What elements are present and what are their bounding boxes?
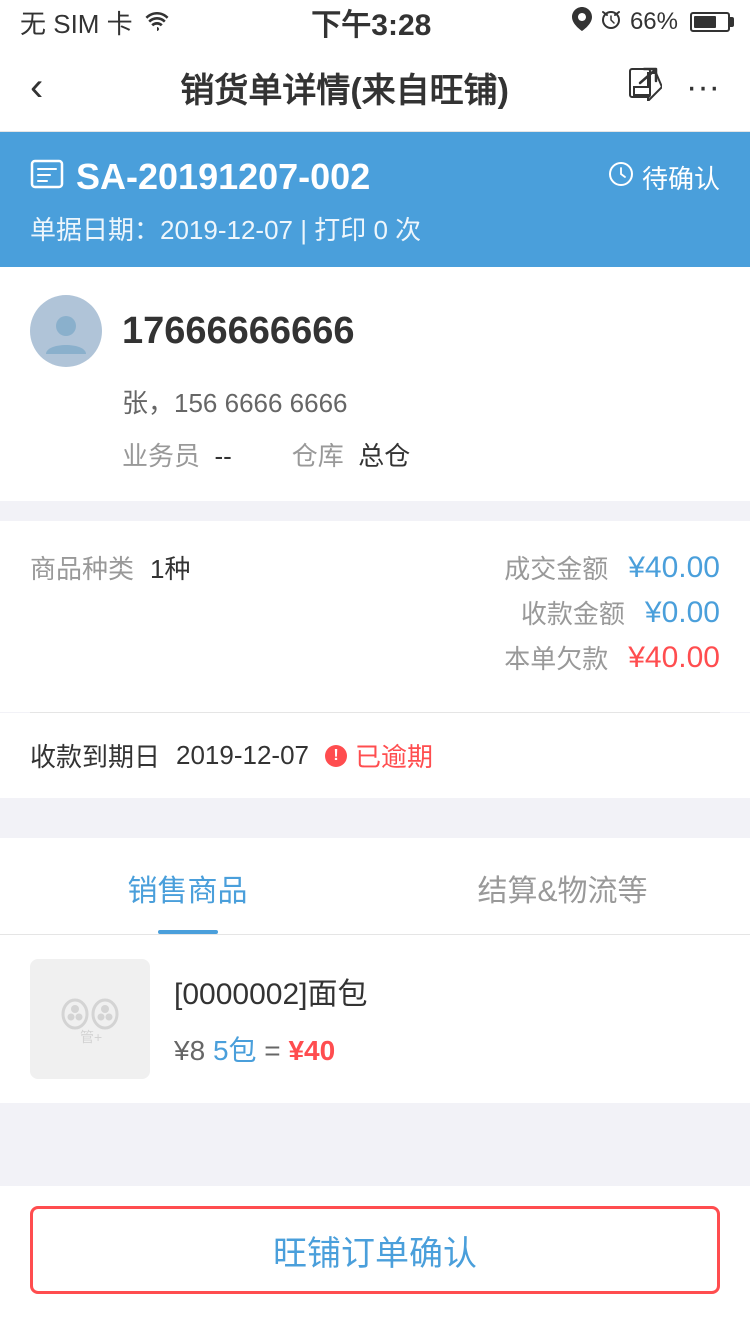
debt-row: 本单欠款 ¥40.00: [504, 639, 720, 676]
product-item: 管+ [0000002]面包 ¥8 5包 = ¥40: [0, 935, 750, 1103]
tabs-header: 销售商品 结算&物流等: [0, 838, 750, 935]
product-total: ¥40: [288, 1035, 335, 1066]
salesperson-label: 业务员: [122, 441, 200, 471]
order-icon: [30, 156, 64, 198]
product-price-row: ¥8 5包 = ¥40: [174, 1029, 720, 1069]
status-left: 无 SIM 卡: [20, 4, 171, 41]
wifi-icon: [143, 7, 171, 38]
warehouse-label: 仓库: [292, 441, 344, 471]
amounts-group: 成交金额 ¥40.00 收款金额 ¥0.00 本单欠款 ¥40.00: [504, 549, 720, 684]
product-logo: 管+: [50, 989, 130, 1049]
customer-name: 张，156 6666 6666: [122, 383, 720, 420]
customer-section: 17666666666 张，156 6666 6666 业务员 -- 仓库 总仓: [0, 267, 750, 501]
battery-percentage: 66%: [630, 8, 678, 36]
received-row: 收款金额 ¥0.00: [504, 594, 720, 631]
product-equals: =: [264, 1035, 288, 1066]
nav-actions: ···: [626, 65, 720, 110]
bottom-button-area: 旺铺订单确认: [0, 1186, 750, 1334]
carrier-text: 无 SIM 卡: [20, 4, 133, 41]
amount-value: ¥40.00: [628, 551, 720, 585]
amount-row: 成交金额 ¥40.00: [504, 549, 720, 586]
tab-sales[interactable]: 销售商品: [0, 838, 375, 934]
tab-underline: [158, 930, 218, 934]
order-header-top: SA-20191207-002 待确认: [30, 156, 720, 198]
back-button[interactable]: ‹: [30, 65, 43, 110]
status-text: 待确认: [642, 159, 720, 196]
status-clock-icon: [608, 161, 634, 194]
avatar: [30, 295, 102, 367]
battery-icon: [690, 12, 730, 32]
confirm-btn-label: 旺铺订单确认: [273, 1226, 477, 1275]
summary-section: 商品种类 1种 成交金额 ¥40.00 收款金额 ¥0.00 本单欠款 ¥40.…: [0, 521, 750, 712]
warehouse-value: 总仓: [358, 441, 410, 471]
debt-value: ¥40.00: [628, 641, 720, 675]
status-bar: 无 SIM 卡 下午3:28 66%: [0, 0, 750, 44]
product-type-group: 商品种类 1种: [30, 549, 190, 586]
status-right: 66%: [572, 7, 730, 38]
nav-bar: ‹ 销货单详情(来自旺铺) ···: [0, 44, 750, 132]
product-info: [0000002]面包 ¥8 5包 = ¥40: [174, 969, 720, 1069]
share-button[interactable]: [626, 65, 662, 110]
alarm-icon: [600, 8, 622, 37]
overdue-icon: !: [325, 745, 347, 767]
due-date-label: 收款到期日: [30, 737, 160, 774]
product-thumbnail: 管+: [30, 959, 150, 1079]
order-id: SA-20191207-002: [30, 156, 370, 198]
divider-1: [0, 501, 750, 521]
order-header: SA-20191207-002 待确认 单据日期：2019-12-07 | 打印…: [0, 132, 750, 267]
tab-sales-label: 销售商品: [128, 875, 248, 908]
confirm-order-button[interactable]: 旺铺订单确认: [30, 1206, 720, 1294]
customer-phone: 17666666666: [122, 310, 354, 353]
svg-text:管+: 管+: [80, 1029, 102, 1045]
amount-label: 成交金额: [504, 549, 608, 586]
product-name: [0000002]面包: [174, 969, 720, 1013]
order-status: 待确认: [608, 159, 720, 196]
tab-settlement[interactable]: 结算&物流等: [375, 838, 750, 934]
due-date-value: 2019-12-07: [176, 740, 309, 771]
more-button[interactable]: ···: [686, 68, 720, 107]
customer-detail-row: 业务员 -- 仓库 总仓: [122, 436, 720, 473]
product-type-count: 1种: [150, 549, 190, 586]
page-title: 销货单详情(来自旺铺): [63, 63, 626, 112]
divider-2: [0, 798, 750, 818]
order-meta: 单据日期：2019-12-07 | 打印 0 次: [30, 210, 720, 247]
overdue-badge: ! 已逾期: [325, 737, 433, 774]
customer-row: 17666666666: [30, 295, 720, 367]
tab-settlement-label: 结算&物流等: [477, 875, 647, 908]
received-value: ¥0.00: [645, 596, 720, 630]
time-display: 下午3:28: [311, 0, 431, 44]
product-price: ¥8: [174, 1035, 205, 1066]
salesperson-value: --: [214, 441, 231, 471]
due-date-section: 收款到期日 2019-12-07 ! 已逾期: [0, 713, 750, 798]
product-quantity: 5包: [213, 1035, 257, 1066]
overdue-text: 已逾期: [355, 737, 433, 774]
product-type-label: 商品种类: [30, 549, 134, 586]
location-icon: [572, 7, 592, 38]
debt-label: 本单欠款: [504, 639, 608, 676]
received-label: 收款金额: [521, 594, 625, 631]
tabs-section: 销售商品 结算&物流等 管+: [0, 838, 750, 1103]
summary-row: 商品种类 1种 成交金额 ¥40.00 收款金额 ¥0.00 本单欠款 ¥40.…: [30, 549, 720, 684]
